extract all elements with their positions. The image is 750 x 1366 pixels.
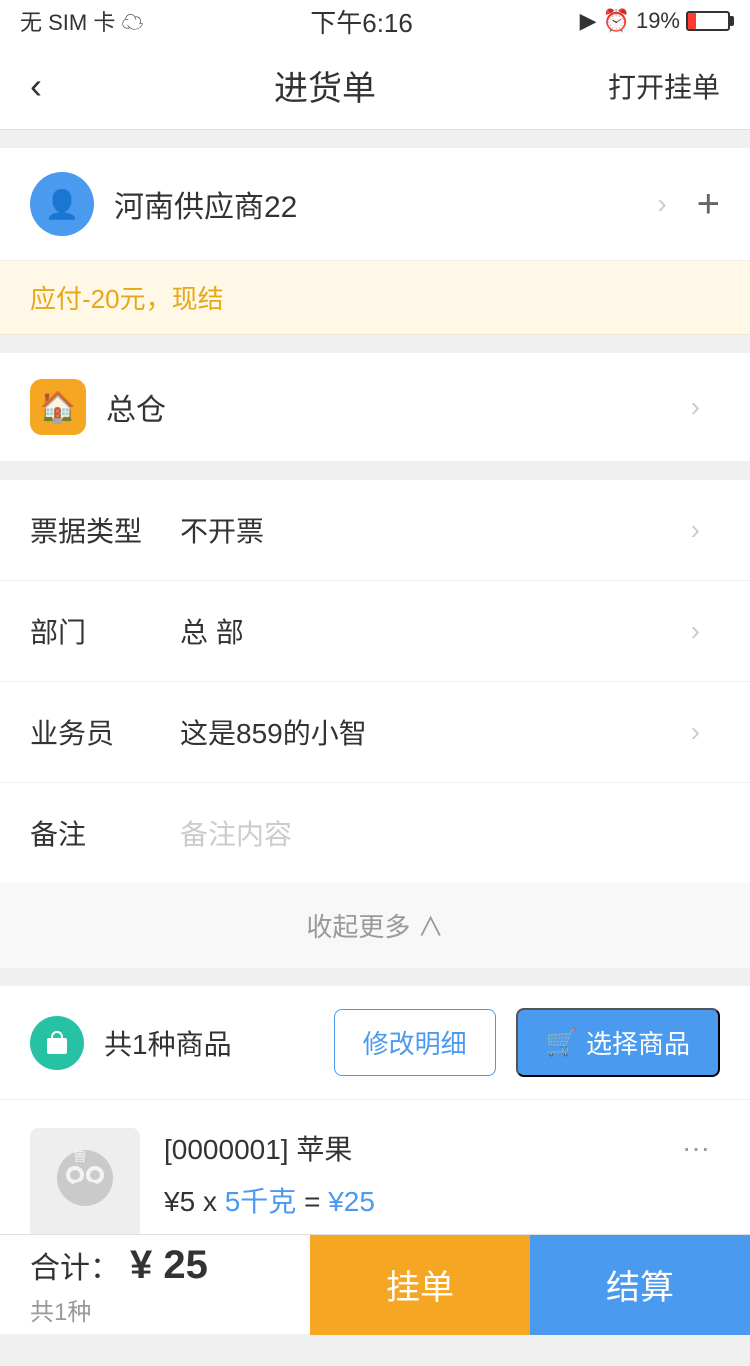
collapse-row[interactable]: 收起更多 ∧ [0, 883, 750, 968]
status-left: 无 SIM 卡 ☁ [20, 5, 143, 37]
supplier-name: 河南供应商22 [114, 182, 657, 226]
sales-row[interactable]: 业务员 这是859的小智 › [0, 681, 750, 782]
warehouse-chevron-icon: › [691, 391, 700, 423]
hang-button[interactable]: 挂单 [310, 1235, 530, 1335]
location-icon: ▶ [580, 8, 597, 34]
total-amount: ¥ 25 [130, 1243, 208, 1288]
supplier-section: 👤 河南供应商22 › + 应付-20元，现结 [0, 148, 750, 335]
supplier-notice: 应付-20元，现结 [0, 261, 750, 335]
total-label: 合计： [30, 1243, 120, 1287]
warehouse-section: 🏠 总仓 › [0, 353, 750, 461]
hang-label: 挂单 [386, 1260, 454, 1309]
product-thumbnail: 鲁 [30, 1128, 140, 1238]
alarm-icon: ⏰ [603, 8, 630, 34]
warehouse-icon: 🏠 [30, 379, 86, 435]
dept-value: 总 部 [180, 611, 691, 651]
product-count-icon [30, 1016, 84, 1070]
products-header: 共1种商品 修改明细 🛒 选择商品 [0, 986, 750, 1099]
owl-logo: 鲁 [45, 1143, 125, 1223]
footer: 合计： ¥ 25 共1种 挂单 结算 [0, 1234, 750, 1334]
avatar-icon: 👤 [45, 188, 80, 221]
select-product-label: 选择商品 [586, 1024, 690, 1061]
bag-icon [42, 1028, 72, 1058]
status-time: 下午6:16 [310, 3, 413, 40]
warehouse-row[interactable]: 🏠 总仓 › [0, 353, 750, 461]
total-main: 合计： ¥ 25 [30, 1243, 280, 1288]
unit-price: ¥5 [164, 1186, 195, 1217]
dept-label: 部门 [30, 611, 180, 651]
total-price: ¥25 [328, 1186, 375, 1217]
cart-icon: 🛒 [546, 1027, 578, 1058]
product-title: 苹果 [296, 1134, 352, 1165]
quantity: 5千克 [225, 1186, 297, 1217]
sales-label: 业务员 [30, 712, 180, 752]
warehouse-name: 总仓 [106, 385, 691, 429]
form-section: 票据类型 不开票 › 部门 总 部 › 业务员 这是859的小智 › 备注 备注… [0, 479, 750, 883]
home-icon: 🏠 [39, 390, 76, 425]
gap-4 [0, 968, 750, 986]
nav-bar: ‹ 进货单 打开挂单 [0, 42, 750, 130]
multiply-sign: x [203, 1186, 225, 1217]
supplier-avatar: 👤 [30, 172, 94, 236]
remark-label: 备注 [30, 813, 180, 853]
select-product-button[interactable]: 🛒 选择商品 [516, 1008, 720, 1077]
footer-total: 合计： ¥ 25 共1种 [0, 1243, 310, 1327]
status-bar: 无 SIM 卡 ☁ 下午6:16 ▶ ⏰ 19% [0, 0, 750, 42]
page-title: 进货单 [274, 61, 376, 110]
settle-button[interactable]: 结算 [530, 1235, 750, 1335]
invoice-label: 票据类型 [30, 510, 180, 550]
total-sub: 共1种 [30, 1292, 280, 1327]
svg-text:鲁: 鲁 [73, 1148, 87, 1164]
add-button[interactable]: + [697, 182, 720, 227]
remark-row[interactable]: 备注 备注内容 [0, 782, 750, 883]
product-count-label: 共1种商品 [104, 1023, 314, 1063]
product-code: [0000001] [164, 1134, 289, 1165]
product-name: [0000001] 苹果 [164, 1128, 648, 1168]
dept-row[interactable]: 部门 总 部 › [0, 580, 750, 681]
more-button[interactable]: ··· [672, 1128, 720, 1168]
dept-chevron-icon: › [691, 615, 700, 647]
gap-2 [0, 335, 750, 353]
gap-1 [0, 130, 750, 148]
supplier-row[interactable]: 👤 河南供应商22 › + [0, 148, 750, 261]
invoice-row[interactable]: 票据类型 不开票 › [0, 479, 750, 580]
settle-label: 结算 [606, 1260, 674, 1309]
battery-icon [686, 11, 730, 31]
edit-detail-button[interactable]: 修改明细 [334, 1009, 496, 1076]
sales-value: 这是859的小智 [180, 712, 691, 752]
back-button[interactable]: ‹ [30, 65, 42, 107]
status-right: ▶ ⏰ 19% [580, 8, 730, 34]
equals-sign: = [304, 1186, 328, 1217]
invoice-chevron-icon: › [691, 514, 700, 546]
open-hang-button[interactable]: 打开挂单 [608, 66, 720, 106]
remark-placeholder[interactable]: 备注内容 [180, 813, 720, 853]
signal-text: 无 SIM 卡 ☁ [20, 5, 143, 37]
supplier-chevron-icon: › [657, 188, 666, 220]
battery-text: 19% [636, 8, 680, 34]
invoice-value: 不开票 [180, 510, 691, 550]
product-price: ¥5 x 5千克 = ¥25 [164, 1180, 648, 1220]
gap-3 [0, 461, 750, 479]
sales-chevron-icon: › [691, 716, 700, 748]
collapse-label: 收起更多 ∧ [306, 907, 443, 944]
product-info: [0000001] 苹果 ¥5 x 5千克 = ¥25 [164, 1128, 648, 1220]
